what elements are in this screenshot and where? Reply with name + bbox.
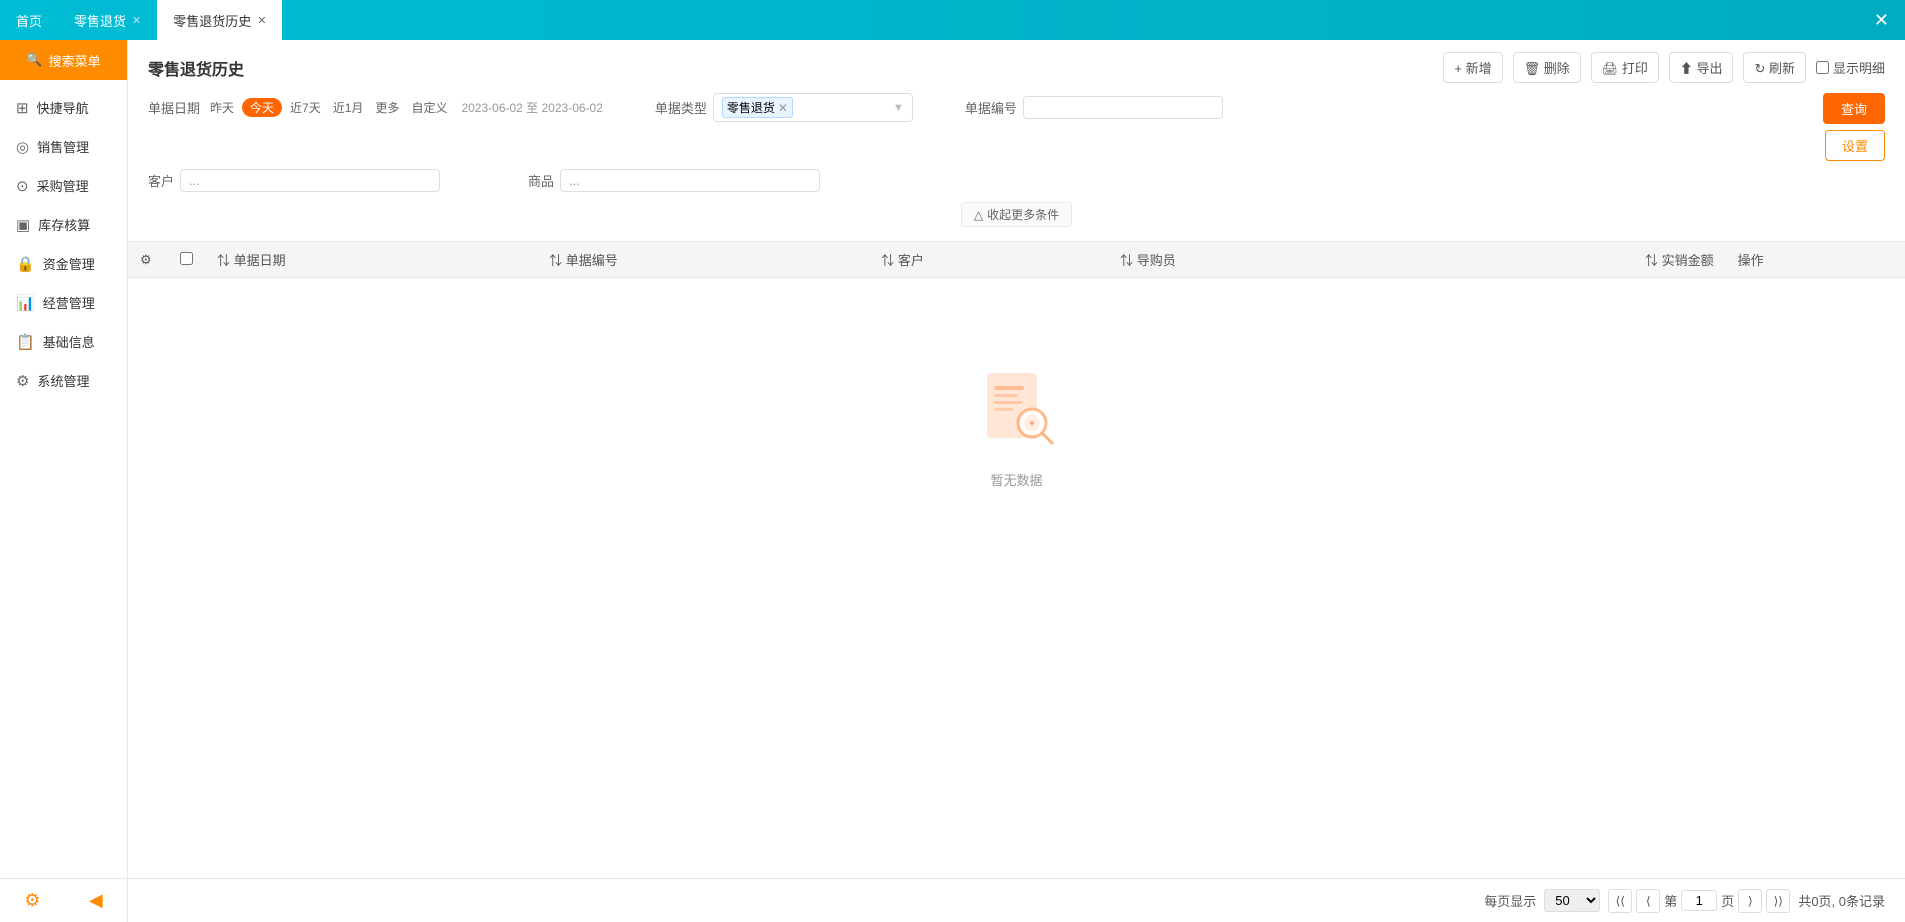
- goods-filter: 商品 ...: [528, 169, 820, 192]
- date-custom[interactable]: 自定义: [407, 98, 451, 117]
- sidebar-item-finance[interactable]: 🔒 资金管理: [0, 244, 127, 283]
- doc-type-filter: 单据类型 零售退货 ✕ ▼: [655, 93, 913, 122]
- empty-illustration: [967, 358, 1067, 458]
- ops-icon: 📊: [16, 294, 35, 312]
- toolbar: + 新增 🗑 删除 🖨 打印 ⬆ 导出 ↻ 刷新 显示明细: [1443, 52, 1885, 83]
- settings-btn[interactable]: 设置: [1825, 130, 1885, 161]
- collapse-btn[interactable]: △ 收起更多条件: [961, 202, 1072, 227]
- sidebar-item-sales-mgmt[interactable]: ◎ 销售管理: [0, 127, 127, 166]
- sidebar: 🔍 搜索菜单 ⊞ 快捷导航 ◎ 销售管理 ⊙ 采购管理 ▣ 库存核算 🔒 资金: [0, 40, 128, 922]
- sales-icon: ◎: [16, 138, 29, 156]
- date-today[interactable]: 今天: [242, 98, 282, 117]
- sys-icon: ⚙: [16, 372, 29, 390]
- sidebar-item-purchase-mgmt[interactable]: ⊙ 采购管理: [0, 166, 127, 205]
- date-7days[interactable]: 近7天: [286, 98, 325, 117]
- next-page-btn[interactable]: ⟩: [1738, 889, 1762, 913]
- tab-list: 首页 零售退货 ✕ 零售退货历史 ✕: [0, 0, 1858, 40]
- doc-number-input[interactable]: [1023, 96, 1223, 119]
- tab-retail-return-history-close[interactable]: ✕: [257, 14, 266, 27]
- sidebar-item-sys-mgmt[interactable]: ⚙ 系统管理: [0, 361, 127, 400]
- grid-icon: ⊞: [16, 99, 29, 117]
- prev-page-btn[interactable]: ⟨: [1636, 889, 1660, 913]
- show-detail-container: 显示明细: [1816, 58, 1885, 77]
- new-btn[interactable]: + 新增: [1443, 52, 1502, 83]
- page-header: 零售退货历史 + 新增 🗑 删除 🖨 打印 ⬆ 导出 ↻ 刷新 显示明细: [128, 40, 1905, 242]
- date-1month[interactable]: 近1月: [329, 98, 368, 117]
- main-layout: 🔍 搜索菜单 ⊞ 快捷导航 ◎ 销售管理 ⊙ 采购管理 ▣ 库存核算 🔒 资金: [0, 40, 1905, 922]
- inventory-icon: ▣: [16, 216, 30, 234]
- th-customer[interactable]: ⇅ 客户: [869, 242, 1108, 278]
- sidebar-nav: ⊞ 快捷导航 ◎ 销售管理 ⊙ 采购管理 ▣ 库存核算 🔒 资金管理 📊 经营管: [0, 80, 127, 878]
- show-detail-checkbox[interactable]: [1816, 61, 1829, 74]
- date-shortcuts: 昨天 今天 近7天 近1月 更多 自定义: [206, 98, 451, 117]
- data-table: ⚙ ⇅ 单据日期 ⇅ 单据编号: [128, 242, 1905, 278]
- page-number-input[interactable]: [1681, 890, 1717, 911]
- customer-filter: 客户 ...: [148, 169, 440, 192]
- pagination-bar: 每页显示 20 50 100 ⟨⟨ ⟨ 第 页 ⟩ ⟩⟩ 共0页, 0条记录: [128, 878, 1905, 922]
- table-area: ⚙ ⇅ 单据日期 ⇅ 单据编号: [128, 242, 1905, 878]
- sidebar-search[interactable]: 🔍 搜索菜单: [0, 40, 127, 80]
- th-checkbox[interactable]: [168, 242, 205, 278]
- tab-retail-return[interactable]: 零售退货 ✕: [58, 0, 157, 40]
- purchase-icon: ⊙: [16, 177, 29, 195]
- collapse-icon: △: [974, 208, 983, 222]
- page-size-select[interactable]: 20 50 100: [1544, 889, 1600, 912]
- th-guide[interactable]: ⇅ 导购员: [1108, 242, 1393, 278]
- date-range-display: 2023-06-02 至 2023-06-02: [461, 99, 602, 116]
- th-actions: 操作: [1726, 242, 1905, 278]
- goods-input[interactable]: ...: [560, 169, 820, 192]
- finance-icon: 🔒: [16, 255, 35, 273]
- delete-btn[interactable]: 🗑 删除: [1513, 52, 1581, 83]
- date-filter: 单据日期 昨天 今天 近7天 近1月 更多 自定义 2023-06-02 至 2…: [148, 98, 603, 117]
- tab-home[interactable]: 首页: [0, 0, 58, 40]
- empty-state: 暂无数据: [128, 278, 1905, 569]
- page-title-row: 零售退货历史 + 新增 🗑 删除 🖨 打印 ⬆ 导出 ↻ 刷新 显示明细: [148, 52, 1885, 83]
- top-bar: 首页 零售退货 ✕ 零售退货历史 ✕ ✕: [0, 0, 1905, 40]
- page-title: 零售退货历史: [148, 56, 244, 80]
- tab-retail-return-history[interactable]: 零售退货历史 ✕: [157, 0, 282, 40]
- print-btn[interactable]: 🖨 打印: [1591, 52, 1659, 83]
- date-more[interactable]: 更多: [371, 98, 403, 117]
- select-all-checkbox[interactable]: [180, 252, 193, 265]
- content-area: 零售退货历史 + 新增 🗑 删除 🖨 打印 ⬆ 导出 ↻ 刷新 显示明细: [128, 40, 1905, 922]
- chevron-down-icon: ▼: [893, 102, 904, 114]
- total-info: 共0页, 0条记录: [1798, 891, 1885, 910]
- sidebar-item-quick-nav[interactable]: ⊞ 快捷导航: [0, 88, 127, 127]
- table-settings-icon[interactable]: ⚙: [140, 252, 152, 267]
- date-yesterday[interactable]: 昨天: [206, 98, 238, 117]
- th-settings[interactable]: ⚙: [128, 242, 168, 278]
- doc-type-tag-close[interactable]: ✕: [778, 101, 788, 115]
- last-page-btn[interactable]: ⟩⟩: [1766, 889, 1790, 913]
- customer-input[interactable]: ...: [180, 169, 440, 192]
- page-size-label: 每页显示: [1484, 891, 1536, 910]
- th-amount[interactable]: ⇅ 实销金额: [1394, 242, 1726, 278]
- query-btn[interactable]: 查询: [1823, 93, 1885, 124]
- doc-number-filter: 单据编号: [965, 96, 1223, 119]
- sidebar-item-basic-info[interactable]: 📋 基础信息: [0, 322, 127, 361]
- doc-type-tag: 零售退货 ✕: [722, 97, 793, 118]
- refresh-btn[interactable]: ↻ 刷新: [1743, 52, 1806, 83]
- sidebar-collapse-btn[interactable]: ◀: [89, 890, 103, 911]
- doc-type-select[interactable]: 零售退货 ✕ ▼: [713, 93, 913, 122]
- export-btn[interactable]: ⬆ 导出: [1669, 52, 1734, 83]
- query-area: 查询 设置: [1823, 93, 1885, 161]
- sidebar-item-ops-mgmt[interactable]: 📊 经营管理: [0, 283, 127, 322]
- basic-icon: 📋: [16, 333, 35, 351]
- pagination-nav: ⟨⟨ ⟨ 第 页 ⟩ ⟩⟩: [1608, 889, 1790, 913]
- collapse-row: △ 收起更多条件: [148, 198, 1885, 231]
- sidebar-settings-btn[interactable]: ⚙: [24, 890, 40, 911]
- tab-retail-return-close[interactable]: ✕: [132, 14, 141, 27]
- search-icon: 🔍: [26, 52, 42, 68]
- filter-area: 单据日期 昨天 今天 近7天 近1月 更多 自定义 2023-06-02 至 2…: [148, 93, 1885, 241]
- first-page-btn[interactable]: ⟨⟨: [1608, 889, 1632, 913]
- sidebar-bottom: ⚙ ◀: [0, 878, 127, 922]
- th-date[interactable]: ⇅ 单据日期: [205, 242, 537, 278]
- empty-text: 暂无数据: [990, 470, 1042, 489]
- th-number[interactable]: ⇅ 单据编号: [537, 242, 869, 278]
- sidebar-item-inventory[interactable]: ▣ 库存核算: [0, 205, 127, 244]
- window-close-btn[interactable]: ✕: [1858, 10, 1905, 31]
